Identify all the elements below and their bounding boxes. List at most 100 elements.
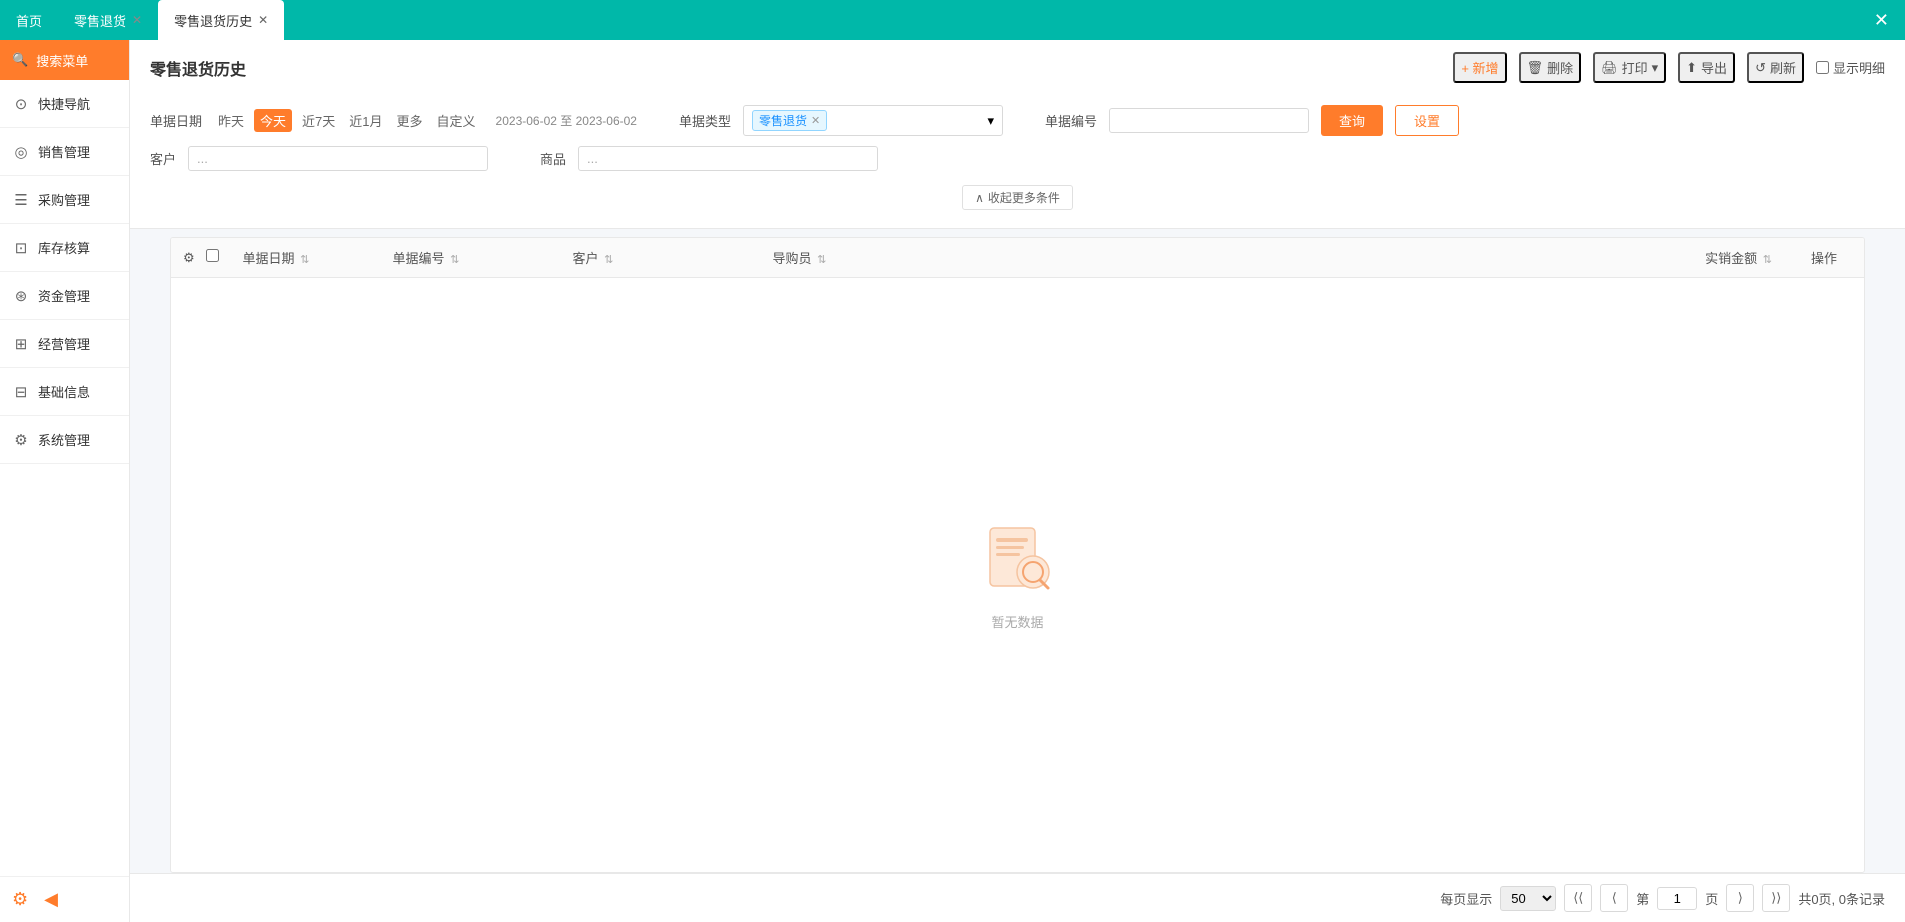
page-header: 零售退货历史 + 新增 🗑 删除 🖨 打印 ▾ ⬆ bbox=[130, 40, 1905, 229]
show-detail-checkbox[interactable] bbox=[1816, 61, 1829, 74]
number-filter-input[interactable] bbox=[1109, 108, 1309, 133]
sidebar-item-finance-label: 资金管理 bbox=[38, 286, 90, 305]
prev-page-button[interactable]: ⟨ bbox=[1600, 884, 1628, 912]
sidebar-search-label: 搜索菜单 bbox=[36, 51, 88, 70]
window-close-button[interactable]: ✕ bbox=[1874, 10, 1889, 30]
print-button[interactable]: 🖨 打印 ▾ bbox=[1593, 52, 1666, 83]
filter-area: 单据日期 昨天 今天 近7天 近1月 更多 自定义 2023-06-02 至 2… bbox=[150, 95, 1885, 228]
last-page-button[interactable]: ⟩⟩ bbox=[1762, 884, 1790, 912]
add-button[interactable]: + 新增 bbox=[1453, 52, 1506, 83]
sidebar-item-inventory[interactable]: ⊡ 库存核算 bbox=[0, 224, 129, 272]
first-page-button[interactable]: ⟨⟨ bbox=[1564, 884, 1592, 912]
print-arrow-icon: ▾ bbox=[1652, 60, 1659, 76]
show-detail-check[interactable]: 显示明细 bbox=[1816, 58, 1885, 77]
tab-retail-return[interactable]: 零售退货 ✕ bbox=[58, 0, 158, 40]
sort-customer-icon: ⇅ bbox=[604, 254, 613, 266]
toolbar: + 新增 🗑 删除 🖨 打印 ▾ ⬆ 导出 bbox=[1453, 52, 1885, 83]
type-filter-select[interactable]: 零售退货 ✕ ▾ bbox=[743, 105, 1003, 136]
query-button[interactable]: 查询 bbox=[1321, 105, 1383, 136]
sidebar-item-system[interactable]: ⚙ 系统管理 bbox=[0, 416, 129, 464]
close-tab-retail-return-history[interactable]: ✕ bbox=[258, 13, 268, 27]
close-tab-retail-return[interactable]: ✕ bbox=[132, 13, 142, 27]
col-header-amount[interactable]: 实销金额 ⇅ bbox=[1664, 238, 1784, 278]
col-header-number[interactable]: 单据编号 ⇅ bbox=[381, 238, 561, 278]
pagination-bar: 每页显示 50 20 100 200 ⟨⟨ ⟨ 第 页 ⟩ ⟩⟩ 共0页, 0条… bbox=[130, 873, 1905, 922]
customer-filter-label: 客户 bbox=[150, 149, 176, 168]
shortcut-today[interactable]: 今天 bbox=[254, 109, 292, 132]
data-table: ⚙ 单据日期 ⇅ 单据编号 ⇅ bbox=[171, 238, 1864, 278]
col-header-op: 操作 bbox=[1784, 238, 1864, 278]
query-button-label: 查询 bbox=[1339, 114, 1365, 129]
page-number-input[interactable] bbox=[1657, 887, 1697, 910]
delete-button[interactable]: 🗑 删除 bbox=[1519, 52, 1582, 83]
sound-bottom-icon[interactable]: ◀ bbox=[44, 889, 58, 910]
type-tag-close[interactable]: ✕ bbox=[811, 114, 820, 127]
content-area: 零售退货历史 + 新增 🗑 删除 🖨 打印 ▾ ⬆ bbox=[130, 40, 1905, 922]
purchase-icon: ☰ bbox=[12, 191, 30, 209]
delete-button-label: 删除 bbox=[1547, 58, 1573, 77]
goods-placeholder: ... bbox=[587, 151, 598, 166]
goods-filter-select[interactable]: ... bbox=[578, 146, 878, 171]
col-header-settings: ⚙ bbox=[171, 238, 231, 278]
col-header-guide[interactable]: 导购员 ⇅ bbox=[761, 238, 911, 278]
shortcut-1month[interactable]: 近1月 bbox=[345, 109, 386, 132]
sidebar-search[interactable]: 🔍 搜索菜单 bbox=[0, 40, 129, 80]
page-title-row: 零售退货历史 + 新增 🗑 删除 🖨 打印 ▾ ⬆ bbox=[150, 52, 1885, 83]
filter-row-1: 单据日期 昨天 今天 近7天 近1月 更多 自定义 2023-06-02 至 2… bbox=[150, 105, 1885, 136]
settings-button[interactable]: 设置 bbox=[1395, 105, 1459, 136]
date-filter-label: 单据日期 bbox=[150, 111, 202, 130]
tab-home-label: 首页 bbox=[16, 11, 42, 30]
export-icon: ⬆ bbox=[1686, 60, 1697, 76]
collapse-button[interactable]: ∧ 收起更多条件 bbox=[962, 185, 1073, 210]
inventory-icon: ⊡ bbox=[12, 239, 30, 257]
sidebar-item-basic[interactable]: ⊟ 基础信息 bbox=[0, 368, 129, 416]
sidebar-bottom: ⚙ ◀ bbox=[0, 876, 129, 922]
sidebar-item-sales-label: 销售管理 bbox=[38, 142, 90, 161]
sidebar-item-sales[interactable]: ◎ 销售管理 bbox=[0, 128, 129, 176]
shortcut-custom[interactable]: 自定义 bbox=[433, 109, 480, 132]
refresh-button[interactable]: ↺ 刷新 bbox=[1747, 52, 1804, 83]
add-button-label: + 新增 bbox=[1461, 58, 1498, 77]
settings-bottom-icon[interactable]: ⚙ bbox=[12, 889, 28, 910]
window-controls: ✕ bbox=[1874, 10, 1905, 31]
type-tag-value: 零售退货 bbox=[759, 112, 807, 129]
sort-amount-icon: ⇅ bbox=[1763, 254, 1772, 266]
filter-row-2: 客户 ... 商品 ... bbox=[150, 146, 1885, 171]
number-filter-label: 单据编号 bbox=[1045, 111, 1097, 130]
date-range-display: 2023-06-02 至 2023-06-02 bbox=[496, 112, 637, 129]
sidebar-item-finance[interactable]: ⊛ 资金管理 bbox=[0, 272, 129, 320]
sidebar-item-purchase[interactable]: ☰ 采购管理 bbox=[0, 176, 129, 224]
sidebar-item-basic-label: 基础信息 bbox=[38, 382, 90, 401]
shortcut-yesterday[interactable]: 昨天 bbox=[214, 109, 248, 132]
shortcut-more[interactable]: 更多 bbox=[393, 109, 427, 132]
select-all-checkbox[interactable] bbox=[206, 249, 219, 262]
col-header-customer[interactable]: 客户 ⇅ bbox=[561, 238, 761, 278]
collapse-button-label: 收起更多条件 bbox=[988, 189, 1060, 206]
date-shortcuts: 昨天 今天 近7天 近1月 更多 自定义 bbox=[214, 109, 480, 132]
customer-filter-select[interactable]: ... bbox=[188, 146, 488, 171]
sort-guide-icon: ⇅ bbox=[817, 254, 826, 266]
refresh-button-label: 刷新 bbox=[1770, 58, 1796, 77]
sidebar-item-system-label: 系统管理 bbox=[38, 430, 90, 449]
table-section: ⚙ 单据日期 ⇅ 单据编号 ⇅ bbox=[170, 237, 1865, 873]
shortcut-7days[interactable]: 近7天 bbox=[298, 109, 339, 132]
page-label-pre: 第 bbox=[1636, 889, 1649, 908]
page-size-select[interactable]: 50 20 100 200 bbox=[1500, 886, 1556, 911]
col-header-date[interactable]: 单据日期 ⇅ bbox=[231, 238, 381, 278]
page-label-post: 页 bbox=[1705, 889, 1718, 908]
page-size-label: 每页显示 bbox=[1440, 889, 1492, 908]
export-button[interactable]: ⬆ 导出 bbox=[1678, 52, 1735, 83]
tab-retail-return-history[interactable]: 零售退货历史 ✕ bbox=[158, 0, 284, 40]
next-page-button[interactable]: ⟩ bbox=[1726, 884, 1754, 912]
sidebar-item-quick-nav[interactable]: ⊙ 快捷导航 bbox=[0, 80, 129, 128]
sort-number-icon: ⇅ bbox=[450, 254, 459, 266]
total-text: 共0页, 0条记录 bbox=[1798, 889, 1885, 908]
tab-home[interactable]: 首页 bbox=[0, 0, 58, 40]
basic-icon: ⊟ bbox=[12, 383, 30, 401]
goods-filter-label: 商品 bbox=[540, 149, 566, 168]
export-button-label: 导出 bbox=[1701, 58, 1727, 77]
sidebar-item-inventory-label: 库存核算 bbox=[38, 238, 90, 257]
col-header-spacer bbox=[911, 238, 1665, 278]
table-settings-icon[interactable]: ⚙ bbox=[183, 250, 195, 265]
sidebar-item-operation[interactable]: ⊞ 经营管理 bbox=[0, 320, 129, 368]
